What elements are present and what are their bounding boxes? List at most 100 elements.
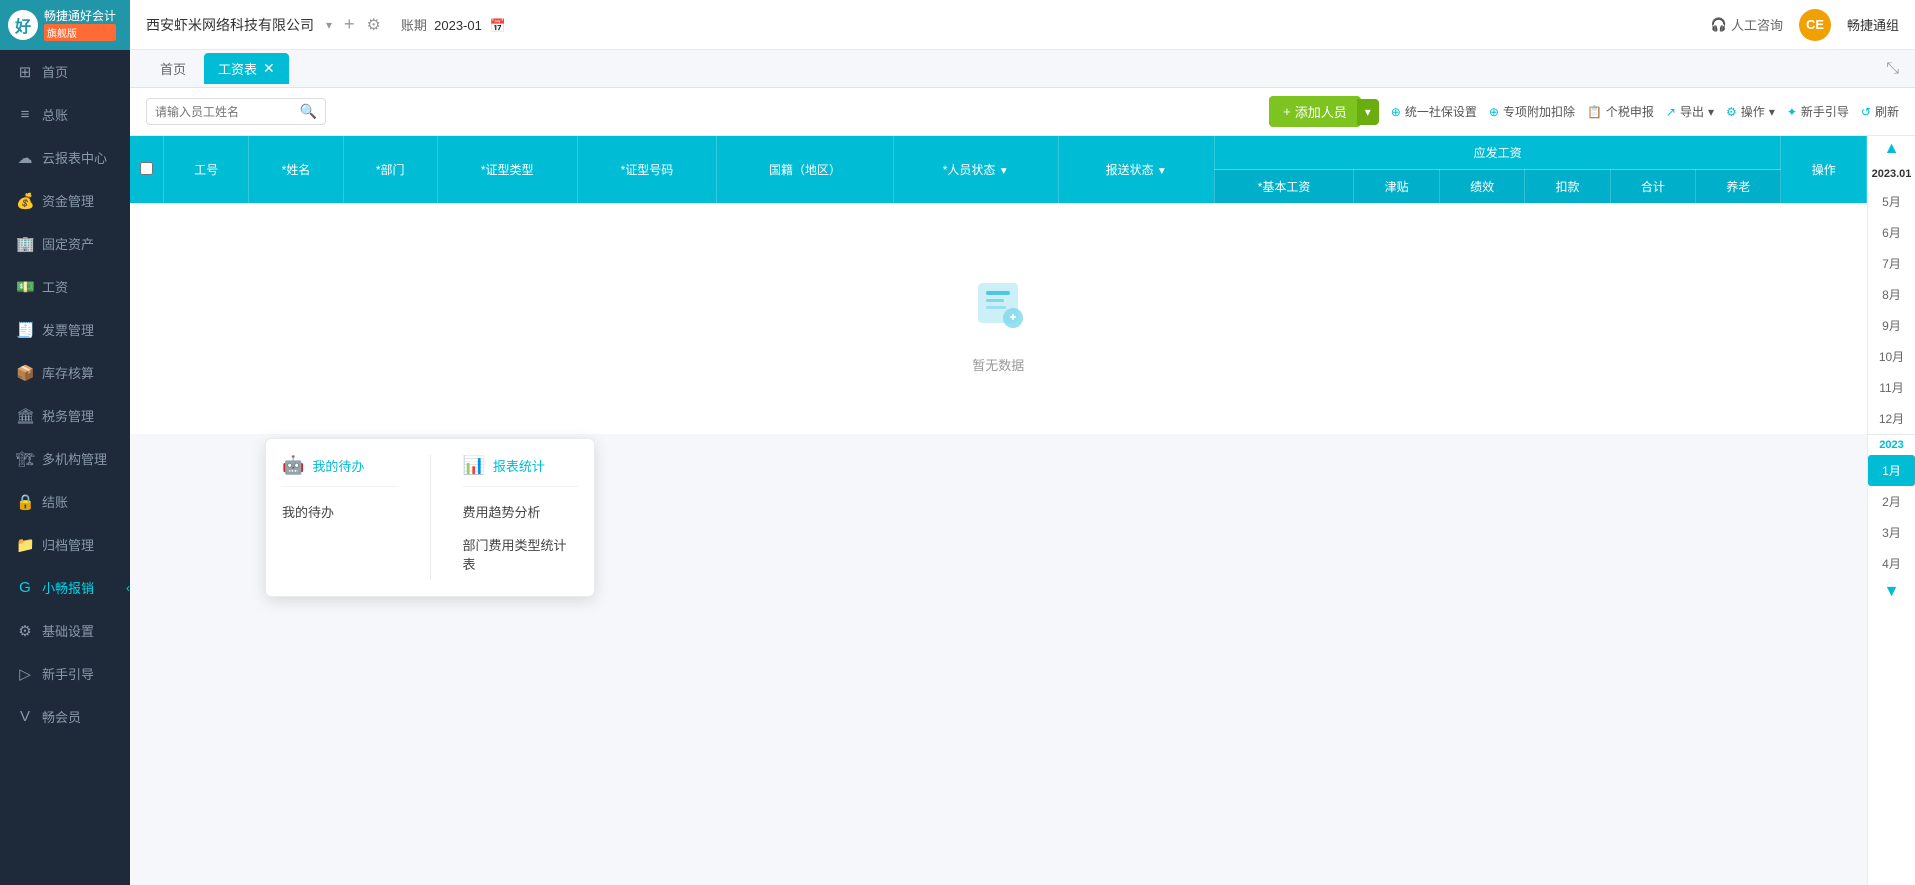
social-insurance-button[interactable]: ⊕ 统一社保设置	[1391, 103, 1477, 120]
add-company-icon[interactable]: +	[344, 14, 355, 35]
sidebar-item-cloud[interactable]: ☁ 云报表中心	[0, 136, 130, 179]
month-year-label: 2023.01	[1868, 162, 1915, 186]
export-button[interactable]: ↗ 导出 ▾	[1666, 103, 1714, 120]
sidebar-item-label: 首页	[42, 62, 68, 81]
th-dept: *部门	[343, 136, 437, 203]
company-chevron-icon[interactable]: ▾	[326, 18, 332, 32]
status-filter-icon[interactable]: ▼	[999, 166, 1009, 177]
th-id-type: *证型类型	[437, 136, 577, 203]
sidebar-item-guide[interactable]: ▷ 新手引导	[0, 652, 130, 695]
refresh-icon: ↺	[1861, 105, 1871, 119]
maximize-icon[interactable]: ⤡	[1886, 60, 1899, 78]
sidebar-item-invoice[interactable]: 🧾 发票管理	[0, 308, 130, 351]
tax-report-button[interactable]: 📋 个税申报	[1587, 103, 1654, 120]
add-person-group: + 添加人员 ▾	[1269, 96, 1379, 127]
xiaochang-icon: G	[16, 579, 34, 596]
sidebar-logo: 好 畅捷通好会计 旗舰版	[0, 0, 130, 50]
sidebar-item-label: 库存核算	[42, 363, 94, 382]
search-box[interactable]: 🔍	[146, 98, 326, 125]
topbar: 西安虾米网络科技有限公司 ▾ + ⚙ 账期 2023-01 📅 🎧 人工咨询 C…	[130, 0, 1915, 50]
empty-illustration	[958, 263, 1038, 343]
month-10[interactable]: 10月	[1868, 341, 1915, 372]
month-8[interactable]: 8月	[1868, 279, 1915, 310]
sidebar-item-home[interactable]: ⊞ 首页	[0, 50, 130, 93]
operations-button[interactable]: ⚙ 操作 ▾	[1726, 103, 1775, 120]
sidebar-item-close[interactable]: 🔒 结账	[0, 480, 130, 523]
tab-salary[interactable]: 工资表 ✕	[204, 53, 289, 84]
sidebar-item-basic[interactable]: ⚙ 基础设置	[0, 609, 130, 652]
fund-icon: 💰	[16, 192, 34, 210]
sidebar-item-label: 云报表中心	[42, 148, 107, 167]
th-allowance: 津贴	[1354, 170, 1439, 204]
tab-home[interactable]: 首页	[146, 53, 200, 84]
th-checkbox	[130, 136, 164, 203]
guide-icon: ▷	[16, 665, 34, 683]
search-icon[interactable]: 🔍	[300, 103, 317, 120]
social-icon: ⊕	[1391, 105, 1401, 119]
month-5[interactable]: 5月	[1868, 186, 1915, 217]
export-chevron-icon: ▾	[1708, 105, 1714, 119]
operations-chevron-icon: ▾	[1769, 105, 1775, 119]
th-total: 合计	[1610, 170, 1695, 204]
popup-divider	[430, 455, 431, 580]
tax-icon: 🏛	[16, 407, 34, 425]
empty-label: 暂无数据	[972, 355, 1024, 374]
guide-button[interactable]: ✦ 新手引导	[1787, 103, 1849, 120]
sidebar-item-label: 结账	[42, 492, 68, 511]
th-name: *姓名	[249, 136, 343, 203]
month-down-icon[interactable]: ▼	[1880, 579, 1904, 605]
month-2[interactable]: 2月	[1868, 486, 1915, 517]
special-deduction-button[interactable]: ⊕ 专项附加扣除	[1489, 103, 1575, 120]
popup-item-expense-trend[interactable]: 费用趋势分析	[463, 495, 579, 528]
sidebar-item-fund[interactable]: 💰 资金管理	[0, 179, 130, 222]
popup-item-dept-expense[interactable]: 部门费用类型统计表	[463, 528, 579, 580]
invoice-icon: 🧾	[16, 321, 34, 339]
add-person-button[interactable]: + 添加人员	[1269, 96, 1361, 127]
search-input[interactable]	[155, 105, 294, 119]
sidebar-item-assets[interactable]: 🏢 固定资产	[0, 222, 130, 265]
sidebar-item-label: 工资	[42, 277, 68, 296]
month-7[interactable]: 7月	[1868, 248, 1915, 279]
sidebar-item-salary[interactable]: 💵 工资	[0, 265, 130, 308]
month-9[interactable]: 9月	[1868, 310, 1915, 341]
sidebar-item-multi[interactable]: 🏗 多机构管理	[0, 437, 130, 480]
select-all-checkbox[interactable]	[140, 162, 153, 175]
special-icon: ⊕	[1489, 105, 1499, 119]
popup-menu-row: 🤖 我的待办 我的待办 📊 报表统计 费用趋势分析 部门费用类型统计表	[282, 455, 578, 580]
sidebar-item-member[interactable]: V 畅会员	[0, 695, 130, 738]
calendar-icon[interactable]: 📅	[489, 18, 505, 33]
tab-close-icon[interactable]: ✕	[263, 60, 275, 77]
sidebar-item-label: 基础设置	[42, 621, 94, 640]
month-1-current[interactable]: 1月	[1868, 455, 1915, 486]
salary-table: 工号 *姓名 *部门 *证型类型 *证型号码 国籍（地区） *人员状态 ▼	[130, 136, 1867, 434]
popup-item-todo[interactable]: 我的待办	[282, 495, 398, 528]
month-3[interactable]: 3月	[1868, 517, 1915, 548]
settings-icon[interactable]: ⚙	[367, 15, 381, 35]
username: 畅捷通组	[1847, 15, 1899, 34]
sidebar-item-label: 资金管理	[42, 191, 94, 210]
month-12[interactable]: 12月	[1868, 403, 1915, 434]
sidebar-item-inventory[interactable]: 📦 库存核算	[0, 351, 130, 394]
archive-icon: 📁	[16, 536, 34, 554]
avatar: CE	[1799, 9, 1831, 41]
add-person-dropdown-icon[interactable]: ▾	[1357, 99, 1379, 125]
add-icon: +	[1283, 104, 1291, 119]
th-deduction: 扣款	[1525, 170, 1610, 204]
sidebar-item-ledger[interactable]: ≡ 总账	[0, 93, 130, 136]
sidebar-item-archive[interactable]: 📁 归档管理	[0, 523, 130, 566]
refresh-button[interactable]: ↺ 刷新	[1861, 103, 1899, 120]
month-up-icon[interactable]: ▲	[1880, 136, 1904, 162]
todo-icon: 🤖	[282, 455, 304, 476]
sidebar-item-label: 归档管理	[42, 535, 94, 554]
month-11[interactable]: 11月	[1868, 372, 1915, 403]
th-bonus: 绩效	[1439, 170, 1524, 204]
sidebar-item-label: 多机构管理	[42, 449, 107, 468]
month-4[interactable]: 4月	[1868, 548, 1915, 579]
report-filter-icon[interactable]: ▼	[1157, 166, 1167, 177]
sidebar-item-tax[interactable]: 🏛 税务管理	[0, 394, 130, 437]
popup-col-stats-header: 📊 报表统计	[463, 455, 579, 487]
operations-icon: ⚙	[1726, 105, 1737, 119]
sidebar-item-xiaochang[interactable]: G 小畅报销 ‹	[0, 566, 130, 609]
month-6[interactable]: 6月	[1868, 217, 1915, 248]
service-button[interactable]: 🎧 人工咨询	[1711, 15, 1783, 34]
